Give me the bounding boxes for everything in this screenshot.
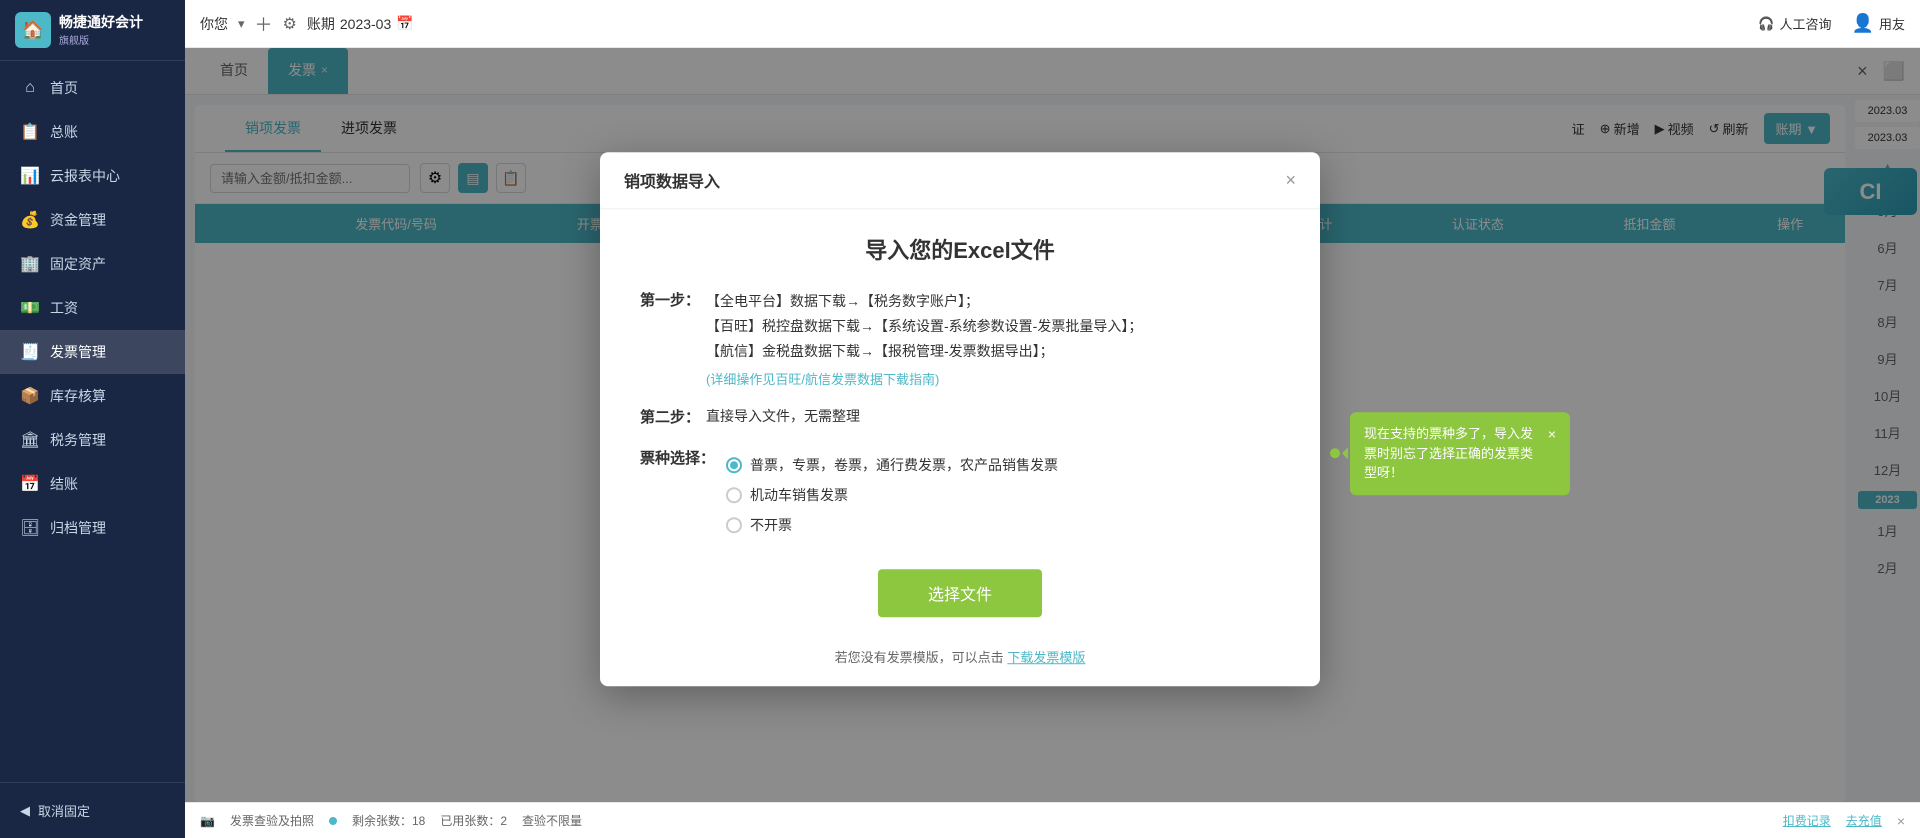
checkout-icon: 📅 bbox=[20, 474, 40, 494]
bottom-close-icon[interactable]: × bbox=[1897, 813, 1905, 829]
archive-icon: 🗄 bbox=[20, 518, 40, 538]
tooltip-popup: × 现在支持的票种多了，导入发票时别忘了选择正确的发票类型呀！ bbox=[1350, 412, 1570, 495]
sidebar-item-funds[interactable]: 💰 资金管理 bbox=[0, 198, 185, 242]
select-file-button[interactable]: 选择文件 bbox=[878, 569, 1042, 617]
step1: 第一步： 【全电平台】数据下载→【税务数字账户】； 【百旺】税控盘数据下载→【系… bbox=[640, 289, 1280, 388]
sidebar-item-reports[interactable]: 📊 云报表中心 bbox=[0, 154, 185, 198]
sidebar-item-label: 发票管理 bbox=[50, 342, 106, 362]
download-template-link[interactable]: 下载发票模版 bbox=[1007, 650, 1085, 665]
ledger-icon: 📋 bbox=[20, 122, 40, 142]
radio-label-2: 机动车销售发票 bbox=[750, 485, 848, 505]
step2: 第二步： 直接导入文件，无需整理 bbox=[640, 406, 1280, 427]
period-label: 账期 2023-03 📅 bbox=[307, 14, 414, 34]
sidebar-bottom: ◀ 取消固定 bbox=[0, 782, 185, 838]
speaker-icon: ◀ bbox=[20, 803, 30, 819]
sidebar-item-label: 云报表中心 bbox=[50, 166, 120, 186]
consultation-button[interactable]: 🎧 人工咨询 bbox=[1758, 14, 1831, 33]
salary-icon: 💵 bbox=[20, 298, 40, 318]
deduct-record-link[interactable]: 扣费记录 bbox=[1783, 812, 1831, 829]
step1-line1: 【全电平台】数据下载→【税务数字账户】； bbox=[706, 289, 1142, 314]
settings-icon[interactable]: ⚙ bbox=[283, 14, 297, 34]
calendar-icon[interactable]: 📅 bbox=[396, 15, 413, 32]
add-button[interactable]: ＋ bbox=[255, 11, 273, 37]
radio-option-2[interactable]: 机动车销售发票 bbox=[726, 485, 1058, 505]
sidebar-item-label: 工资 bbox=[50, 298, 78, 318]
used-label: 已用张数：2 bbox=[440, 812, 507, 829]
sidebar-item-label: 归档管理 bbox=[50, 518, 106, 538]
modal-body: 导入您的Excel文件 第一步： 【全电平台】数据下载→【税务数字账户】； 【百… bbox=[600, 209, 1320, 647]
home-icon: ⌂ bbox=[20, 79, 40, 97]
sidebar-item-label: 结账 bbox=[50, 474, 78, 494]
logo-sub: 旗舰版 bbox=[59, 32, 143, 47]
reports-icon: 📊 bbox=[20, 166, 40, 186]
company-dropdown-icon[interactable]: ▾ bbox=[238, 16, 245, 32]
sidebar-item-checkout[interactable]: 📅 结账 bbox=[0, 462, 185, 506]
unpin-button[interactable]: ◀ 取消固定 bbox=[20, 793, 165, 828]
sidebar-item-inventory[interactable]: 📦 库存核算 bbox=[0, 374, 185, 418]
sidebar-item-label: 资金管理 bbox=[50, 210, 106, 230]
modal-title: 销项数据导入 bbox=[624, 168, 720, 192]
tooltip-close-button[interactable]: × bbox=[1548, 424, 1556, 445]
remaining-label: 剩余张数：18 bbox=[352, 812, 425, 829]
logo-icon: 🏠 bbox=[15, 12, 51, 48]
radio-label-3: 不开票 bbox=[750, 515, 792, 535]
step1-line3: 【航信】金税盘数据下载→【报税管理-发票数据导出】； bbox=[706, 340, 1142, 365]
radio-option-3[interactable]: 不开票 bbox=[726, 515, 1058, 535]
sidebar-item-archive[interactable]: 🗄 归档管理 bbox=[0, 506, 185, 550]
footer-text: 若您没有发票模版，可以点击 bbox=[835, 650, 1004, 665]
sidebar-item-invoice[interactable]: 🧾 发票管理 bbox=[0, 330, 185, 374]
radio-circle-2[interactable] bbox=[726, 487, 742, 503]
company-name: 你您 bbox=[200, 14, 228, 34]
modal-footer: 若您没有发票模版，可以点击 下载发票模版 bbox=[600, 647, 1320, 686]
headphone-icon: 🎧 bbox=[1758, 16, 1774, 32]
radio-circle-3[interactable] bbox=[726, 517, 742, 533]
sidebar-item-label: 首页 bbox=[50, 78, 78, 98]
user-menu[interactable]: 👤 用友 bbox=[1852, 13, 1905, 34]
tooltip-dot bbox=[1330, 448, 1340, 458]
radio-option-1[interactable]: 普票，专票，卷票，通行费发票，农产品销售发票 bbox=[726, 455, 1058, 475]
radio-group-label: 票种选择： bbox=[640, 445, 720, 468]
sidebar-logo: 🏠 畅捷通好会计 旗舰版 bbox=[0, 0, 185, 61]
radio-label-1: 普票，专票，卷票，通行费发票，农产品销售发票 bbox=[750, 455, 1058, 475]
modal-header: 销项数据导入 × bbox=[600, 152, 1320, 209]
bottom-bar: 📷 发票查验及拍照 剩余张数：18 已用张数：2 查验不限量 扣费记录 去充值 … bbox=[185, 802, 1920, 838]
modal-close-button[interactable]: × bbox=[1285, 170, 1296, 191]
limit-label: 查验不限量 bbox=[522, 812, 582, 829]
sidebar: 🏠 畅捷通好会计 旗舰版 ⌂ 首页 📋 总账 📊 云报表中心 💰 资金管理 🏢 … bbox=[0, 0, 185, 838]
sidebar-item-label: 库存核算 bbox=[50, 386, 106, 406]
import-modal: 销项数据导入 × 导入您的Excel文件 第一步： 【全电平台】数据下载→【税务… bbox=[600, 152, 1320, 686]
bottom-dot-indicator bbox=[329, 817, 337, 825]
bottom-invoice-label: 发票查验及拍照 bbox=[230, 812, 314, 829]
tax-icon: 🏛 bbox=[20, 430, 40, 450]
sidebar-item-home[interactable]: ⌂ 首页 bbox=[0, 66, 185, 110]
user-icon: 👤 bbox=[1852, 13, 1874, 34]
modal-main-title: 导入您的Excel文件 bbox=[640, 233, 1280, 265]
inventory-icon: 📦 bbox=[20, 386, 40, 406]
step2-content: 直接导入文件，无需整理 bbox=[706, 406, 860, 426]
sidebar-nav: ⌂ 首页 📋 总账 📊 云报表中心 💰 资金管理 🏢 固定资产 💵 工资 🧾 发… bbox=[0, 61, 185, 782]
sidebar-item-tax[interactable]: 🏛 税务管理 bbox=[0, 418, 185, 462]
ticket-type-group: 票种选择： 普票，专票，卷票，通行费发票，农产品销售发票 机动车销售发票 bbox=[640, 445, 1280, 545]
recharge-link[interactable]: 去充值 bbox=[1846, 812, 1882, 829]
guide-link[interactable]: (详细操作见百旺/航信发票数据下载指南) bbox=[706, 372, 939, 387]
sidebar-item-assets[interactable]: 🏢 固定资产 bbox=[0, 242, 185, 286]
topbar: 你您 ▾ ＋ ⚙ 账期 2023-03 📅 🎧 人工咨询 👤 用友 bbox=[185, 0, 1920, 48]
step1-label: 第一步： bbox=[640, 289, 700, 388]
sidebar-item-label: 固定资产 bbox=[50, 254, 106, 274]
unpin-label: 取消固定 bbox=[38, 801, 90, 820]
sidebar-item-ledger[interactable]: 📋 总账 bbox=[0, 110, 185, 154]
topbar-right: 🎧 人工咨询 👤 用友 bbox=[1758, 13, 1905, 34]
sidebar-item-salary[interactable]: 💵 工资 bbox=[0, 286, 185, 330]
tooltip-text: 现在支持的票种多了，导入发票时别忘了选择正确的发票类型呀！ bbox=[1364, 426, 1533, 480]
radio-circle-1[interactable] bbox=[726, 457, 742, 473]
sidebar-item-label: 税务管理 bbox=[50, 430, 106, 450]
funds-icon: 💰 bbox=[20, 210, 40, 230]
logo-text: 畅捷通好会计 bbox=[59, 13, 143, 31]
bottom-invoice-icon: 📷 bbox=[200, 814, 215, 828]
assets-icon: 🏢 bbox=[20, 254, 40, 274]
sidebar-item-label: 总账 bbox=[50, 122, 78, 142]
invoice-icon: 🧾 bbox=[20, 342, 40, 362]
step2-label: 第二步： bbox=[640, 406, 700, 427]
step1-line2: 【百旺】税控盘数据下载→【系统设置-系统参数设置-发票批量导入】； bbox=[706, 314, 1142, 339]
